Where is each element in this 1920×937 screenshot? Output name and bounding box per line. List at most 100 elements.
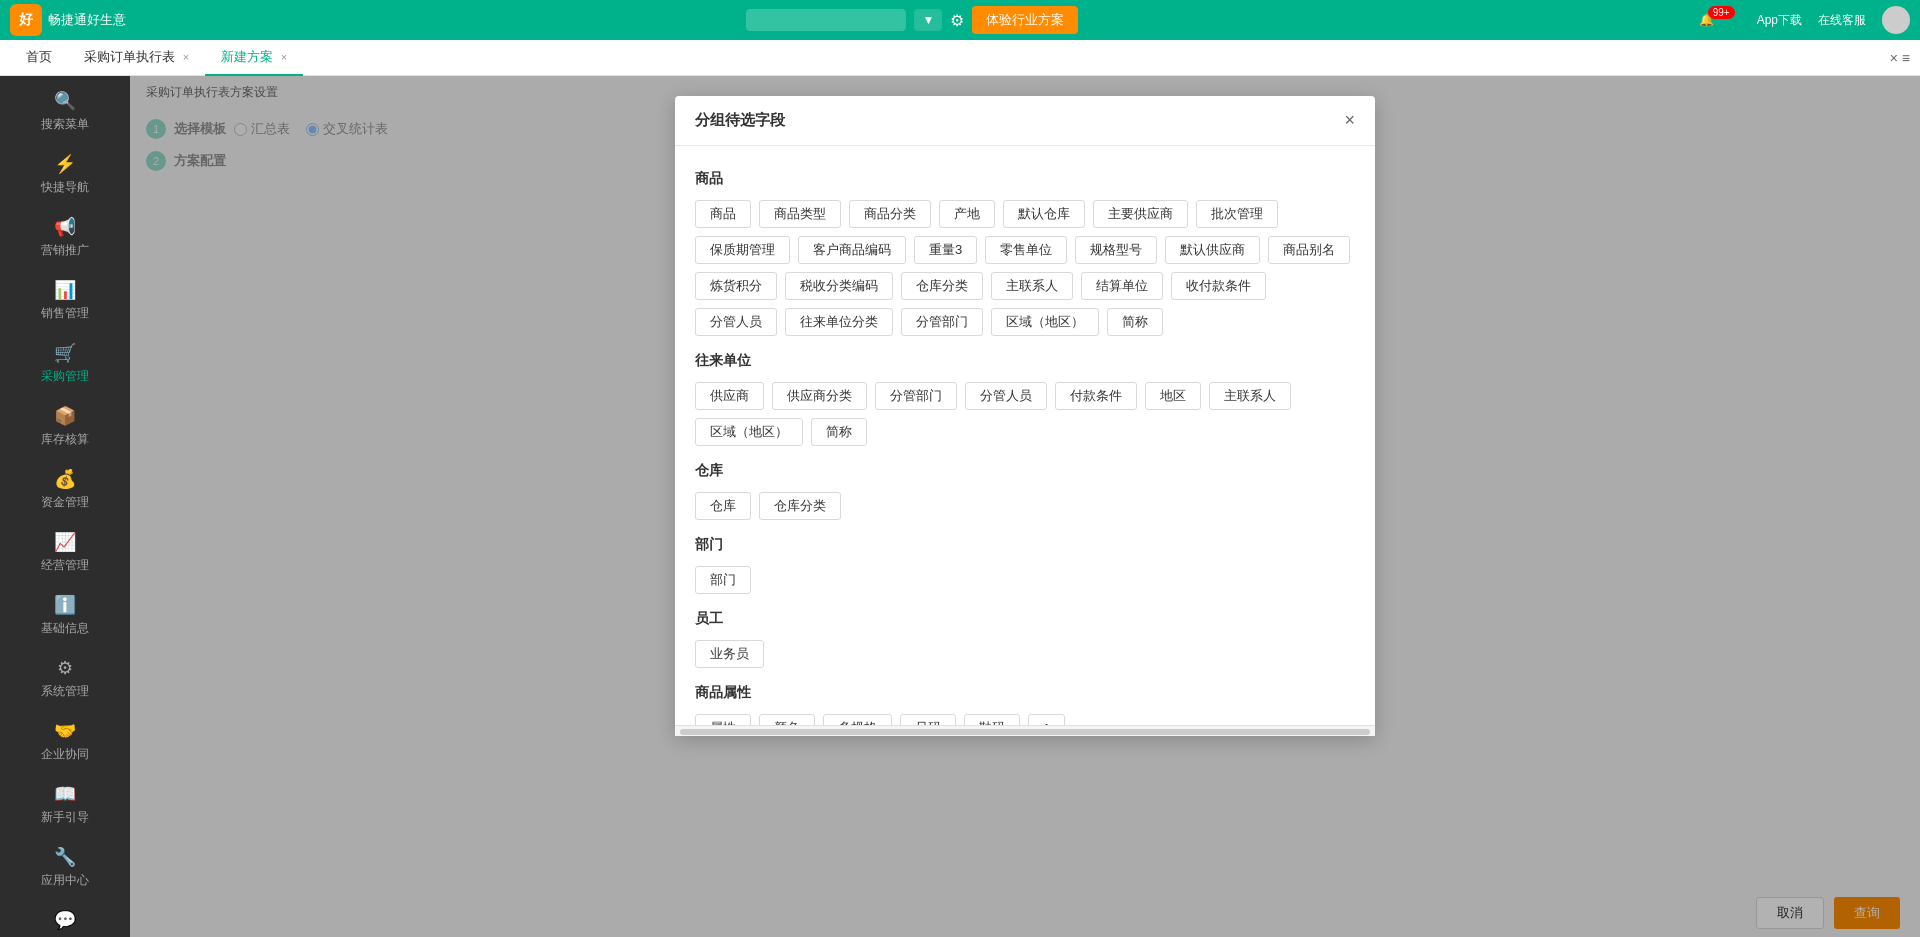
field-tag[interactable]: 仓库分类 [901, 272, 983, 300]
section-title-department: 部门 [695, 536, 1355, 554]
field-tag[interactable]: 仓库 [695, 492, 751, 520]
field-tag[interactable]: 部门 [695, 566, 751, 594]
sidebar-label-inventory: 库存核算 [41, 431, 89, 448]
experience-btn[interactable]: 体验行业方案 [972, 6, 1078, 34]
sidebar-label-operations: 经营管理 [41, 557, 89, 574]
tab-purchase-order[interactable]: 采购订单执行表 × [68, 40, 205, 76]
nav-more-btn[interactable]: ≡ [1902, 50, 1910, 66]
guide-icon: 📖 [54, 783, 76, 805]
field-tag[interactable]: 商品类型 [759, 200, 841, 228]
field-tag[interactable]: 默认仓库 [1003, 200, 1085, 228]
field-tag[interactable]: 简称 [811, 418, 867, 446]
tab-close-purchase[interactable]: × [183, 51, 189, 63]
section-title-product-attr: 商品属性 [695, 684, 1355, 702]
field-tags-employee: 业务员 [695, 640, 1355, 668]
field-tag[interactable]: 1 [1028, 714, 1065, 725]
field-tag[interactable]: 分管部门 [901, 308, 983, 336]
sidebar-item-basic-info[interactable]: ℹ️ 基础信息 [0, 584, 130, 647]
system-icon: ⚙ [57, 657, 73, 679]
tab-close-new-plan[interactable]: × [281, 51, 287, 63]
field-tag[interactable]: 简称 [1107, 308, 1163, 336]
field-tag[interactable]: 属性 [695, 714, 751, 725]
sidebar-item-sales[interactable]: 📊 销售管理 [0, 269, 130, 332]
field-tag[interactable]: 付款条件 [1055, 382, 1137, 410]
field-tag[interactable]: 重量3 [914, 236, 977, 264]
field-tag[interactable]: 区域（地区） [695, 418, 803, 446]
field-tag[interactable]: 规格型号 [1075, 236, 1157, 264]
sidebar-label-app-center: 应用中心 [41, 872, 89, 889]
header-search-input[interactable] [746, 9, 906, 31]
field-tag[interactable]: 批次管理 [1196, 200, 1278, 228]
top-header: 好 畅捷通好生意 ▼ ⚙ 体验行业方案 🔔99+ App下载 在线客服 [0, 0, 1920, 40]
field-tag[interactable]: 往来单位分类 [785, 308, 893, 336]
sidebar-item-search-menu[interactable]: 🔍 搜索菜单 [0, 80, 130, 143]
modal-h-scrollbar[interactable] [675, 725, 1375, 736]
sidebar-label-system: 系统管理 [41, 683, 89, 700]
modal-overlay: 分组待选字段 × 商品 商品 商品类型 商品分类 产地 默认仓库 主要供应商 批… [130, 76, 1920, 937]
sidebar-label-marketing: 营销推广 [41, 242, 89, 259]
field-tag[interactable]: 税收分类编码 [785, 272, 893, 300]
app-download-link[interactable]: App下载 [1757, 12, 1802, 29]
sidebar-label-finance: 资金管理 [41, 494, 89, 511]
field-tag[interactable]: 结算单位 [1081, 272, 1163, 300]
field-tag[interactable]: 产地 [939, 200, 995, 228]
sidebar-label-purchase: 采购管理 [41, 368, 89, 385]
field-tags-product: 商品 商品类型 商品分类 产地 默认仓库 主要供应商 批次管理 保质期管理 客户… [695, 200, 1355, 336]
field-tag[interactable]: 分管人员 [965, 382, 1047, 410]
notification-icon[interactable]: 🔔99+ [1699, 13, 1741, 27]
sidebar-item-quick-nav[interactable]: ⚡ 快捷导航 [0, 143, 130, 206]
cooperation-icon: 🤝 [54, 720, 76, 742]
sidebar-item-operations[interactable]: 📈 经营管理 [0, 521, 130, 584]
nav-close-btn[interactable]: × [1890, 50, 1898, 66]
field-tag[interactable]: 分管部门 [875, 382, 957, 410]
field-tag[interactable]: 区域（地区） [991, 308, 1099, 336]
field-tag[interactable]: 分管人员 [695, 308, 777, 336]
tab-new-plan[interactable]: 新建方案 × [205, 40, 303, 76]
field-tag[interactable]: 炼货积分 [695, 272, 777, 300]
avatar[interactable] [1882, 6, 1910, 34]
field-tag[interactable]: 鞋码 [964, 714, 1020, 725]
field-tag[interactable]: 尺码 [900, 714, 956, 725]
field-tag[interactable]: 业务员 [695, 640, 764, 668]
modal-close-btn[interactable]: × [1344, 110, 1355, 131]
tab-home[interactable]: 首页 [10, 40, 68, 76]
field-tag[interactable]: 零售单位 [985, 236, 1067, 264]
sidebar-item-wechat[interactable]: 💬 企业微信 [0, 899, 130, 937]
field-tag[interactable]: 主联系人 [1209, 382, 1291, 410]
sidebar-item-finance[interactable]: 💰 资金管理 [0, 458, 130, 521]
field-tag[interactable]: 主联系人 [991, 272, 1073, 300]
field-tag[interactable]: 仓库分类 [759, 492, 841, 520]
field-tag[interactable]: 保质期管理 [695, 236, 790, 264]
section-title-employee: 员工 [695, 610, 1355, 628]
field-tag[interactable]: 默认供应商 [1165, 236, 1260, 264]
sidebar-item-inventory[interactable]: 📦 库存核算 [0, 395, 130, 458]
field-tag[interactable]: 地区 [1145, 382, 1201, 410]
field-tag[interactable]: 颜色 [759, 714, 815, 725]
content-area: 采购订单执行表方案设置 1 选择模板 汇总表 交叉统计表 2 方案配置 分组待选… [130, 76, 1920, 937]
sidebar-label-sales: 销售管理 [41, 305, 89, 322]
online-service-link[interactable]: 在线客服 [1818, 12, 1866, 29]
field-tag[interactable]: 供应商分类 [772, 382, 867, 410]
basic-info-icon: ℹ️ [54, 594, 76, 616]
field-tag[interactable]: 商品分类 [849, 200, 931, 228]
field-tag[interactable]: 商品 [695, 200, 751, 228]
marketing-icon: 📢 [54, 216, 76, 238]
header-gear-btn[interactable]: ⚙ [950, 11, 964, 30]
field-tag[interactable]: 多规格 [823, 714, 892, 725]
sidebar-label-quick-nav: 快捷导航 [41, 179, 89, 196]
sidebar-item-system[interactable]: ⚙ 系统管理 [0, 647, 130, 710]
section-title-partner: 往来单位 [695, 352, 1355, 370]
sidebar-item-app-center[interactable]: 🔧 应用中心 [0, 836, 130, 899]
modal-body: 商品 商品 商品类型 商品分类 产地 默认仓库 主要供应商 批次管理 保质期管理… [675, 146, 1375, 725]
sidebar: 🔍 搜索菜单 ⚡ 快捷导航 📢 营销推广 📊 销售管理 🛒 采购管理 📦 库存核… [0, 76, 130, 937]
field-tag[interactable]: 供应商 [695, 382, 764, 410]
sidebar-item-marketing[interactable]: 📢 营销推广 [0, 206, 130, 269]
field-tag[interactable]: 主要供应商 [1093, 200, 1188, 228]
sidebar-item-purchase[interactable]: 🛒 采购管理 [0, 332, 130, 395]
header-dropdown-btn[interactable]: ▼ [914, 9, 942, 31]
sidebar-item-guide[interactable]: 📖 新手引导 [0, 773, 130, 836]
field-tag[interactable]: 收付款条件 [1171, 272, 1266, 300]
sidebar-item-cooperation[interactable]: 🤝 企业协同 [0, 710, 130, 773]
field-tag[interactable]: 商品别名 [1268, 236, 1350, 264]
field-tag[interactable]: 客户商品编码 [798, 236, 906, 264]
